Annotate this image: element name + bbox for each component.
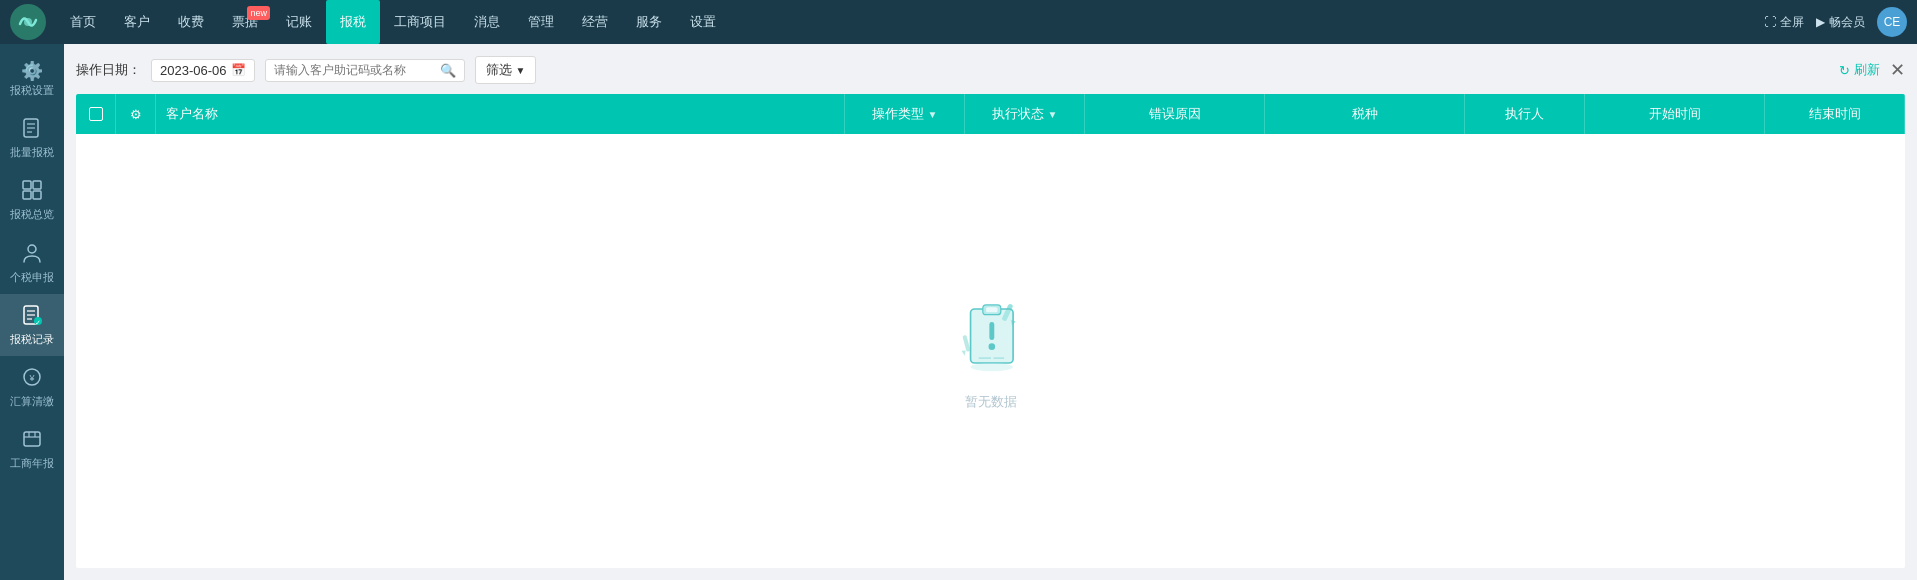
sidebar-item-biz-annual-report[interactable]: 工商年报 <box>0 418 64 480</box>
nav-item-invoice[interactable]: 票据 new <box>218 0 272 44</box>
svg-text:✓: ✓ <box>35 319 41 326</box>
svg-text:¥: ¥ <box>28 373 35 383</box>
sidebar-item-tax-overview[interactable]: 报税总览 <box>0 169 64 231</box>
th-end-time: 结束时间 <box>1765 94 1905 134</box>
sidebar-item-annual-settlement[interactable]: ¥ 汇算清缴 <box>0 356 64 418</box>
th-exec-status[interactable]: 执行状态 ▼ <box>965 94 1085 134</box>
svg-point-35 <box>970 363 1013 371</box>
chevron-down-icon: ▼ <box>516 65 526 76</box>
refresh-icon: ↻ <box>1839 63 1850 78</box>
select-all-checkbox[interactable] <box>89 107 103 121</box>
svg-point-10 <box>28 245 36 253</box>
th-operation-type[interactable]: 操作类型 ▼ <box>845 94 965 134</box>
batch-tax-icon <box>21 117 43 142</box>
svg-marker-34 <box>961 350 966 357</box>
member-icon: ▶ <box>1816 15 1825 29</box>
nav-item-client[interactable]: 客户 <box>110 0 164 44</box>
top-nav: 首页 客户 收费 票据 new 记账 报税 工商项目 消息 管理 经营 服务 设… <box>0 0 1917 44</box>
member-button[interactable]: ▶ 畅会员 <box>1816 14 1865 31</box>
th-executor: 执行人 <box>1465 94 1585 134</box>
nav-items: 首页 客户 收费 票据 new 记账 报税 工商项目 消息 管理 经营 服务 设… <box>56 0 1764 44</box>
svg-point-30 <box>988 343 995 350</box>
tax-settings-icon: ⚙️ <box>21 62 43 80</box>
sidebar-item-tax-records[interactable]: ✓ 报税记录 <box>0 294 64 356</box>
filter-button[interactable]: 筛选 ▼ <box>475 56 537 84</box>
th-checkbox[interactable] <box>76 94 116 134</box>
biz-annual-report-icon <box>21 428 43 453</box>
search-icon: 🔍 <box>440 63 456 78</box>
sidebar-item-tax-settings[interactable]: ⚙️ 报税设置 <box>0 52 64 107</box>
th-start-time: 开始时间 <box>1585 94 1765 134</box>
nav-item-home[interactable]: 首页 <box>56 0 110 44</box>
refresh-button[interactable]: ↻ 刷新 <box>1839 61 1880 79</box>
date-label: 操作日期： <box>76 61 141 79</box>
svg-rect-6 <box>23 181 31 189</box>
fullscreen-icon: ⛶ <box>1764 15 1776 29</box>
nav-item-message[interactable]: 消息 <box>460 0 514 44</box>
th-error-reason: 错误原因 <box>1085 94 1265 134</box>
svg-rect-8 <box>23 191 31 199</box>
avatar[interactable]: CE <box>1877 7 1907 37</box>
th-tax-type: 税种 <box>1265 94 1465 134</box>
svg-rect-7 <box>33 181 41 189</box>
sidebar: ⚙️ 报税设置 批量报税 <box>0 44 64 580</box>
nav-item-bizproject[interactable]: 工商项目 <box>380 0 460 44</box>
settings-icon: ⚙ <box>130 107 142 122</box>
table-container: ⚙ 客户名称 操作类型 ▼ 执行状态 ▼ 错误原因 税种 <box>76 94 1905 568</box>
individual-tax-icon <box>21 242 43 267</box>
nav-item-manage[interactable]: 管理 <box>514 0 568 44</box>
empty-state: 暂无数据 <box>76 134 1905 568</box>
new-badge: new <box>247 6 270 20</box>
empty-icon-wrap <box>946 291 1036 381</box>
nav-item-settings[interactable]: 设置 <box>676 0 730 44</box>
sidebar-item-batch-tax[interactable]: 批量报税 <box>0 107 64 169</box>
fullscreen-button[interactable]: ⛶ 全屏 <box>1764 14 1804 31</box>
nav-item-business[interactable]: 经营 <box>568 0 622 44</box>
search-input[interactable] <box>274 63 436 77</box>
table-header: ⚙ 客户名称 操作类型 ▼ 执行状态 ▼ 错误原因 税种 <box>76 94 1905 134</box>
svg-rect-28 <box>986 307 997 312</box>
svg-rect-29 <box>989 322 994 340</box>
svg-point-1 <box>24 18 32 26</box>
content-area: 操作日期： 2023-06-06 📅 🔍 筛选 ▼ ↻ 刷新 ✕ <box>64 44 1917 580</box>
date-input[interactable]: 2023-06-06 📅 <box>151 59 255 82</box>
sort-icon-operation: ▼ <box>928 109 938 120</box>
tax-records-icon: ✓ <box>21 304 43 329</box>
logo[interactable] <box>10 4 46 40</box>
date-value: 2023-06-06 <box>160 63 227 78</box>
empty-illustration <box>946 291 1036 381</box>
svg-rect-9 <box>33 191 41 199</box>
close-button[interactable]: ✕ <box>1890 61 1905 79</box>
calendar-icon: 📅 <box>231 63 246 77</box>
nav-item-service[interactable]: 服务 <box>622 0 676 44</box>
toolbar: 操作日期： 2023-06-06 📅 🔍 筛选 ▼ ↻ 刷新 ✕ <box>76 56 1905 84</box>
nav-item-accounting[interactable]: 记账 <box>272 0 326 44</box>
right-section: ⛶ 全屏 ▶ 畅会员 CE <box>1764 7 1907 37</box>
nav-item-tax[interactable]: 报税 <box>326 0 380 44</box>
annual-settlement-icon: ¥ <box>21 366 43 391</box>
main-layout: ⚙️ 报税设置 批量报税 <box>0 44 1917 580</box>
sort-icon-status: ▼ <box>1048 109 1058 120</box>
th-settings[interactable]: ⚙ <box>116 94 156 134</box>
th-client-name: 客户名称 <box>156 94 845 134</box>
empty-text: 暂无数据 <box>965 393 1017 411</box>
svg-rect-33 <box>962 335 970 352</box>
search-input-wrap: 🔍 <box>265 59 465 82</box>
tax-overview-icon <box>21 179 43 204</box>
nav-item-fee[interactable]: 收费 <box>164 0 218 44</box>
sidebar-item-individual-tax[interactable]: 个税申报 <box>0 232 64 294</box>
svg-rect-19 <box>24 432 40 446</box>
